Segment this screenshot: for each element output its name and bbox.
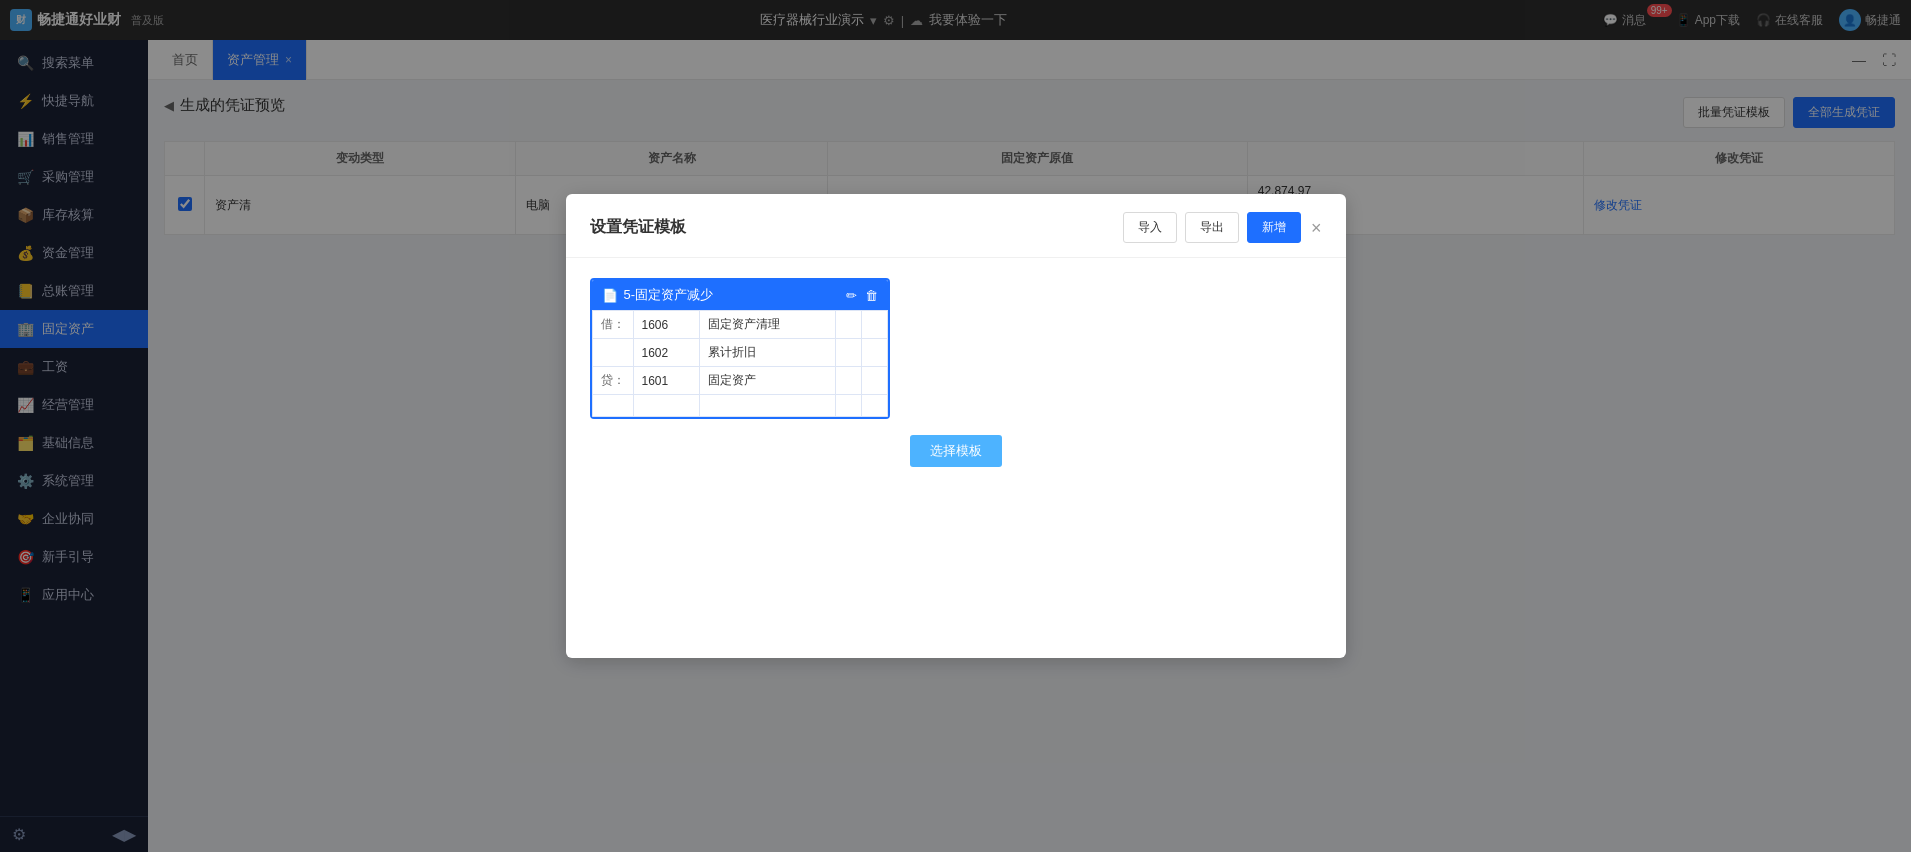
entry-debit-3 [835,367,861,395]
modal-header-btns: 导入 导出 新增 [1123,212,1301,243]
template-card: 📄 5-固定资产减少 ✏ 🗑 借： 1606 固 [590,278,890,419]
new-btn[interactable]: 新增 [1247,212,1301,243]
empty-cell-1 [592,395,633,417]
empty-cell-3 [700,395,836,417]
select-template-btn[interactable]: 选择模板 [910,435,1002,467]
entry-code-2: 1602 [633,339,700,367]
template-entry-1: 借： 1606 固定资产清理 [592,311,887,339]
entry-subject-1: 固定资产清理 [700,311,836,339]
modal-title: 设置凭证模板 [590,217,686,238]
template-entry-2: 1602 累计折旧 [592,339,887,367]
empty-cell-5 [861,395,887,417]
template-card-header-left: 📄 5-固定资产减少 [602,286,714,304]
empty-cell-2 [633,395,700,417]
entry-credit-3 [861,367,887,395]
entry-debit-1 [835,311,861,339]
template-card-body: 借： 1606 固定资产清理 1602 累计折旧 [592,310,888,417]
template-doc-icon: 📄 [602,288,618,303]
entry-subject-2: 累计折旧 [700,339,836,367]
entry-debit-2 [835,339,861,367]
template-table: 借： 1606 固定资产清理 1602 累计折旧 [592,310,888,417]
template-name: 5-固定资产减少 [624,286,714,304]
template-delete-icon[interactable]: 🗑 [865,288,878,303]
entry-direction-2 [592,339,633,367]
entry-credit-1 [861,311,887,339]
template-entry-3: 贷： 1601 固定资产 [592,367,887,395]
template-empty-row [592,395,887,417]
template-card-header-icons: ✏ 🗑 [846,288,878,303]
template-edit-icon[interactable]: ✏ [846,288,857,303]
modal-header-right: 导入 导出 新增 × [1123,212,1322,243]
entry-direction-1: 借： [592,311,633,339]
import-btn[interactable]: 导入 [1123,212,1177,243]
entry-code-1: 1606 [633,311,700,339]
modal-close-btn[interactable]: × [1311,219,1322,237]
template-card-header: 📄 5-固定资产减少 ✏ 🗑 [592,280,888,310]
modal-body: 📄 5-固定资产减少 ✏ 🗑 借： 1606 固 [566,258,1346,658]
modal-overlay: 设置凭证模板 导入 导出 新增 × 📄 5-固定资产减少 [0,0,1911,852]
entry-code-3: 1601 [633,367,700,395]
empty-cell-4 [835,395,861,417]
entry-subject-3: 固定资产 [700,367,836,395]
modal-header: 设置凭证模板 导入 导出 新增 × [566,194,1346,258]
modal-dialog: 设置凭证模板 导入 导出 新增 × 📄 5-固定资产减少 [566,194,1346,658]
entry-direction-3: 贷： [592,367,633,395]
export-btn[interactable]: 导出 [1185,212,1239,243]
entry-credit-2 [861,339,887,367]
